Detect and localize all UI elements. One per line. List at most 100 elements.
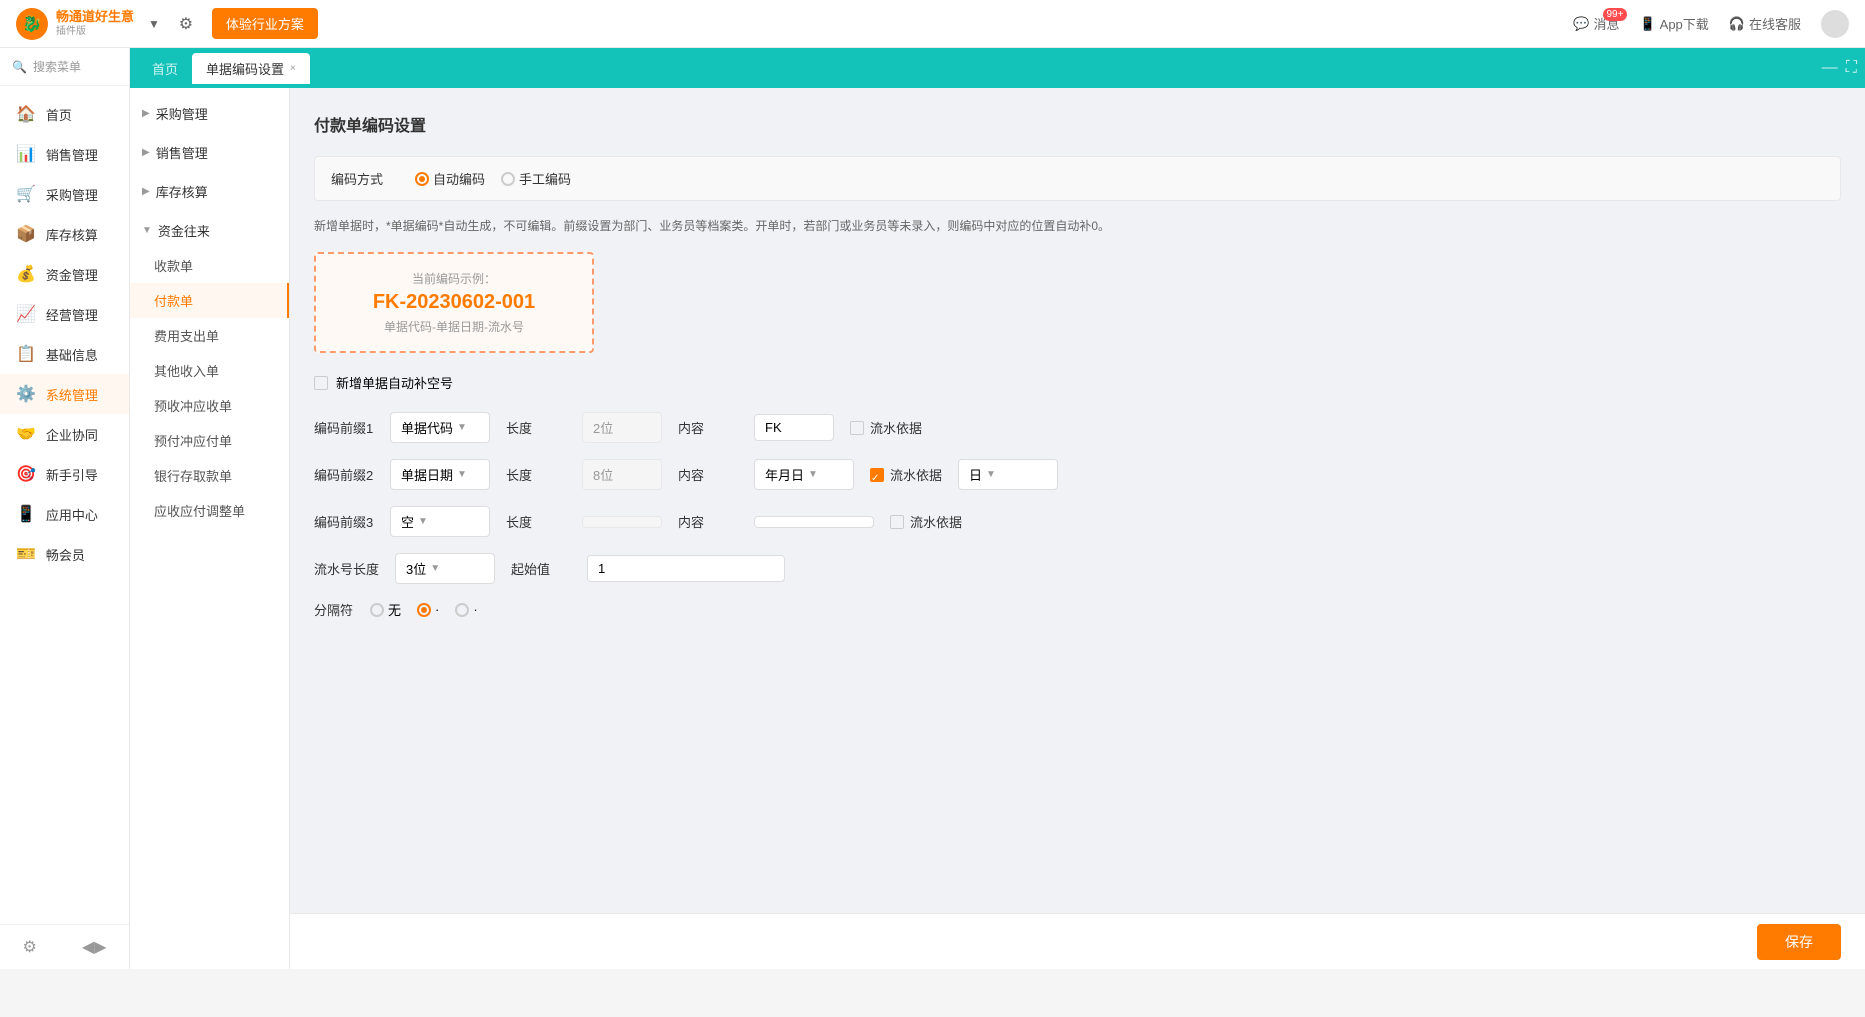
sub-menu-title-sales[interactable]: ▶ 销售管理 [130,135,289,170]
sep-dash-dot [417,603,431,617]
chevron-right-icon-3: ▶ [142,186,150,197]
sub-menu-title-inventory[interactable]: ▶ 库存核算 [130,174,289,209]
member-icon: 🎫 [16,544,36,564]
prefix1-select[interactable]: 单据代码 ▼ [390,412,490,443]
auto-fill-checkbox[interactable] [314,376,328,390]
prefix3-select[interactable]: 空 ▼ [390,506,490,537]
sub-menu-item-payment[interactable]: 付款单 [130,283,289,318]
sub-menu-item-bank-deposit[interactable]: 银行存取款单 [130,458,289,493]
app-download-item[interactable]: 📱 App下载 [1639,14,1708,33]
sidebar-item-home[interactable]: 🏠 首页 [0,94,129,134]
guide-icon: 🎯 [16,464,36,484]
trial-button[interactable]: 体验行业方案 [212,8,318,39]
chevron-right-icon-2: ▶ [142,147,150,158]
sidebar-item-operations[interactable]: 📈 经营管理 [0,294,129,334]
sidebar-item-finance[interactable]: 💰 资金管理 [0,254,129,294]
message-badge: 99+ [1603,8,1628,21]
sep-dash-radio[interactable]: · [417,602,439,617]
apps-icon: 📱 [16,504,36,524]
app-download-icon: 📱 [1639,16,1655,32]
tab-current[interactable]: 单据编码设置 × [192,53,310,84]
basic-icon: 📋 [16,344,36,364]
sidebar-item-purchase[interactable]: 🛒 采购管理 [0,174,129,214]
waterflow2-checkbox[interactable]: ✓ [870,468,884,482]
start-value-label: 起始值 [511,559,571,578]
length3-input [582,516,662,528]
tab-close-btn[interactable]: × [290,63,296,74]
sub-menu-inventory: ▶ 库存核算 [130,174,289,209]
sidebar-item-enterprise[interactable]: 🤝 企业协同 [0,414,129,454]
enterprise-icon: 🤝 [16,424,36,444]
radio-auto-coding[interactable]: 自动编码 [415,169,485,188]
sub-menu-title-finance[interactable]: ▼ 资金往来 [130,213,289,248]
content2-chevron-icon: ▼ [808,469,818,480]
content1-label: 内容 [678,418,738,437]
sub-menu-item-other-income[interactable]: 其他收入单 [130,353,289,388]
prefix2-select[interactable]: 单据日期 ▼ [390,459,490,490]
dropdown-btn[interactable]: ▼ [148,17,160,31]
online-service-icon: 🎧 [1729,16,1745,32]
sub-menu-item-prepay-pay[interactable]: 预付冲应付单 [130,423,289,458]
sep-none-dot [370,603,384,617]
settings-icon-btn[interactable]: ⚙ [172,10,200,38]
sidebar-item-basic[interactable]: 📋 基础信息 [0,334,129,374]
sub-menu-item-prepay-receive[interactable]: 预收冲应收单 [130,388,289,423]
sidebar-item-guide[interactable]: 🎯 新手引导 [0,454,129,494]
sidebar-item-system[interactable]: ⚙️ 系统管理 [0,374,129,414]
top-bar-right: 💬 消息 99+ 📱 App下载 🎧 在线客服 [1573,10,1849,38]
coding-method-row: 编码方式 自动编码 手工编码 [314,156,1841,201]
tab-minimize-btn[interactable]: — [1822,59,1838,77]
tab-maximize-btn[interactable]: ⛶ [1846,59,1857,77]
collapse-sidebar-btn[interactable]: ◀▶ [82,937,107,957]
waterflow2-unit-select[interactable]: 日 ▼ [958,459,1058,490]
sep-none-radio[interactable]: 无 [370,600,401,619]
radio-manual-coding[interactable]: 手工编码 [501,169,571,188]
tab-home[interactable]: 首页 [138,53,192,84]
logo-text: 畅通道好生意 插件版 [56,9,134,39]
inventory-icon: 📦 [16,224,36,244]
radio-dot-auto [415,172,429,186]
prefix2-label: 编码前缀2 [314,465,374,484]
save-button[interactable]: 保存 [1757,924,1841,960]
system-icon: ⚙️ [16,384,36,404]
tab-bar: 首页 单据编码设置 × — ⛶ [130,48,1865,88]
online-service-item[interactable]: 🎧 在线客服 [1729,14,1801,33]
sidebar-item-apps[interactable]: 📱 应用中心 [0,494,129,534]
prefix3-row: 编码前缀3 空 ▼ 长度 内容 流水依据 [314,506,1841,537]
settings-footer-btn[interactable]: ⚙ [23,937,37,957]
sidebar-nav: 🏠 首页 📊 销售管理 🛒 采购管理 📦 库存核算 💰 资金管理 📈 经营管理 … [0,86,129,924]
sidebar-item-member[interactable]: 🎫 畅会员 [0,534,129,574]
sidebar-item-sales[interactable]: 📊 销售管理 [0,134,129,174]
code-preview-sub: 单据代码-单据日期-流水号 [340,318,568,335]
sub-menu-sales: ▶ 销售管理 [130,135,289,170]
prefix3-label: 编码前缀3 [314,512,374,531]
serial-row: 流水号长度 3位 ▼ 起始值 [314,553,1841,584]
waterflow1-checkbox-group: 流水依据 [850,418,922,437]
sub-menu-item-receipt[interactable]: 收款单 [130,248,289,283]
message-item[interactable]: 💬 消息 99+ [1573,14,1619,33]
prefix2-chevron-icon: ▼ [457,469,467,480]
content2-select[interactable]: 年月日 ▼ [754,459,854,490]
sidebar-search[interactable]: 🔍 搜索菜单 [0,48,129,86]
auto-fill-row: 新增单据自动补空号 [314,373,1841,392]
length1-input: 2位 [582,412,662,443]
start-value-input[interactable] [587,555,785,582]
sub-menu-title-purchase[interactable]: ▶ 采购管理 [130,96,289,131]
sub-menu-item-expense[interactable]: 费用支出单 [130,318,289,353]
user-avatar[interactable] [1821,10,1849,38]
top-bar-controls: ▼ ⚙ 体验行业方案 [148,8,318,39]
chevron-right-icon: ▶ [142,108,150,119]
sidebar-item-inventory[interactable]: 📦 库存核算 [0,214,129,254]
sidebar-footer: ⚙ ◀▶ [0,924,129,969]
sub-menu-item-receivable-adjust[interactable]: 应收应付调整单 [130,493,289,528]
code-preview-label: 当前编码示例： [340,270,568,287]
serial-length-select[interactable]: 3位 ▼ [395,553,495,584]
top-bar-left: 🐉 畅通道好生意 插件版 ▼ ⚙ 体验行业方案 [16,8,318,40]
waterflow1-checkbox[interactable] [850,421,864,435]
sep-dot-radio[interactable]: · [455,602,477,617]
content3-input [754,516,874,528]
waterflow3-checkbox-group: 流水依据 [890,512,962,531]
info-text: 新增单据时，*单据编码*自动生成，不可编辑。前缀设置为部门、业务员等档案类。开单… [314,217,1841,236]
page-wrapper: 付款单编码设置 编码方式 自动编码 手工编码 [290,88,1865,969]
waterflow3-checkbox[interactable] [890,515,904,529]
